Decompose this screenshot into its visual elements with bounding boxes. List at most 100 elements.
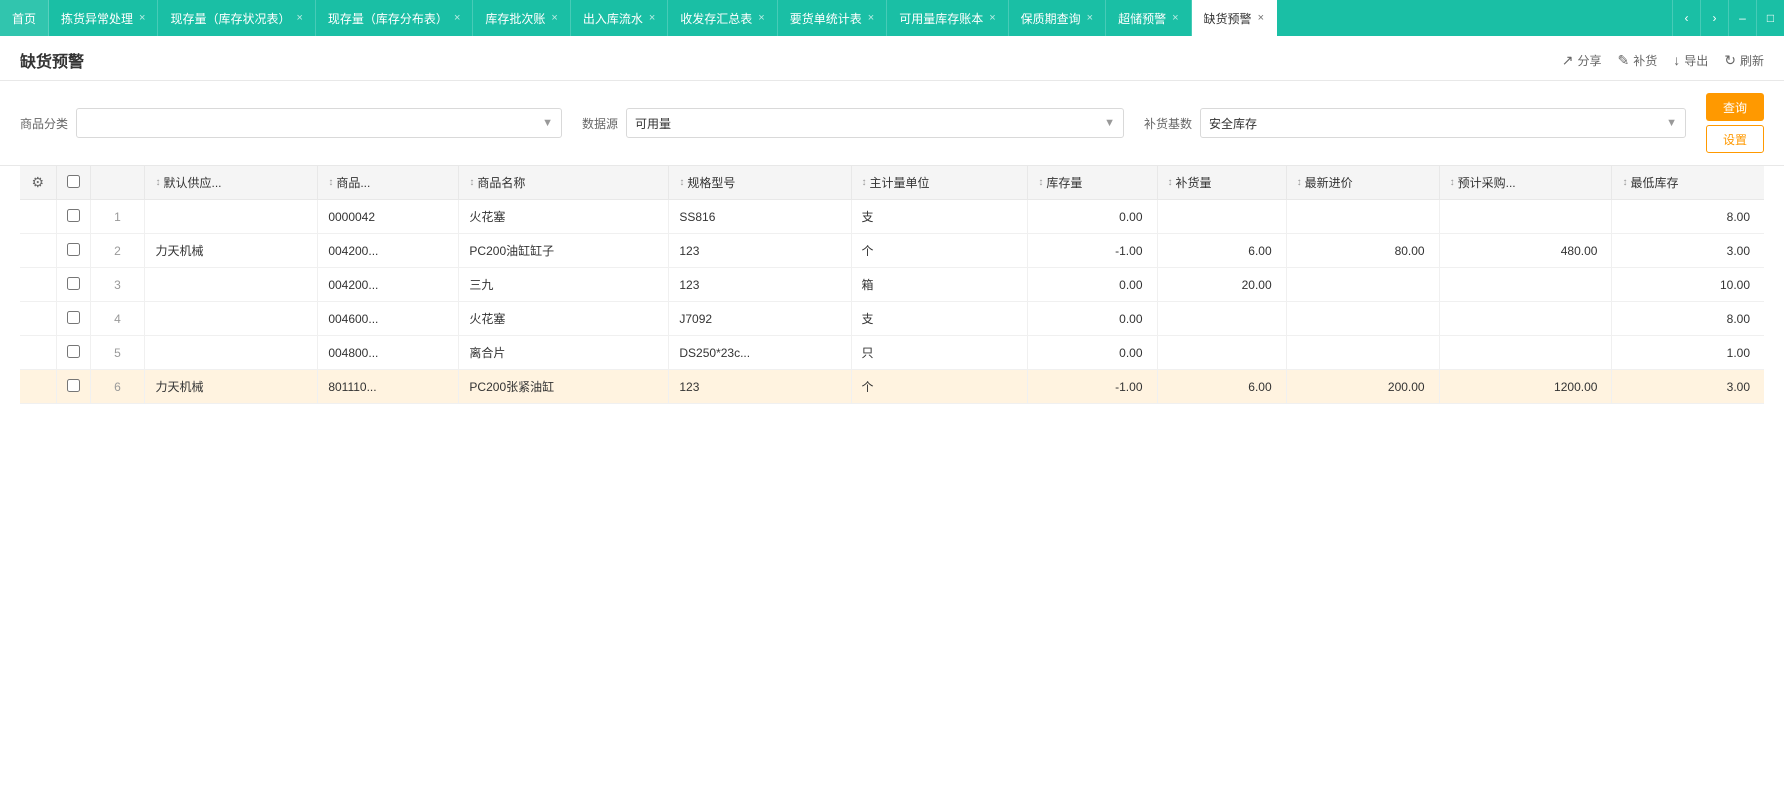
tab-4[interactable]: 库存批次账 ×	[473, 0, 570, 36]
row-spec-cell: 123	[669, 370, 851, 404]
row-min-stock-cell: 3.00	[1612, 234, 1764, 268]
nav-next-btn[interactable]: ›	[1700, 0, 1728, 36]
row-checkbox-4[interactable]	[67, 345, 80, 358]
col-product-name[interactable]: ↕ 商品名称	[459, 166, 669, 200]
share-label: 分享	[1577, 52, 1601, 69]
col-unit-label: 主计量单位	[870, 174, 930, 191]
row-stock-cell: 0.00	[1028, 268, 1157, 302]
tab-7-close[interactable]: ×	[868, 12, 874, 24]
settings-button[interactable]: 设置	[1706, 125, 1764, 153]
table-row: 6 力天机械 801110... PC200张紧油缸 123 个 -1.00 6…	[20, 370, 1764, 404]
row-latest-price-cell: 200.00	[1286, 370, 1439, 404]
datasource-value: 可用量	[635, 115, 671, 132]
col-stock[interactable]: ↕ 库存量	[1028, 166, 1157, 200]
row-name-cell: 三九	[459, 268, 669, 302]
row-checkbox-3[interactable]	[67, 311, 80, 324]
tab-10-close[interactable]: ×	[1172, 12, 1178, 24]
row-latest-price-cell	[1286, 336, 1439, 370]
col-spec-label: 规格型号	[687, 174, 735, 191]
tab-1[interactable]: 拣货异常处理 ×	[49, 0, 158, 36]
basis-label: 补货基数	[1144, 115, 1192, 132]
col-est-purchase[interactable]: ↕ 预计采购...	[1439, 166, 1612, 200]
category-select[interactable]: ▼	[76, 108, 562, 138]
row-name-cell: 离合片	[459, 336, 669, 370]
row-checkbox-0[interactable]	[67, 209, 80, 222]
tab-1-close[interactable]: ×	[139, 12, 145, 24]
tab-11[interactable]: 缺货预警 ×	[1192, 0, 1277, 36]
row-stock-cell: 0.00	[1028, 302, 1157, 336]
row-checkbox-2[interactable]	[67, 277, 80, 290]
category-label: 商品分类	[20, 115, 68, 132]
tab-6[interactable]: 收发存汇总表 ×	[668, 0, 777, 36]
row-code-cell: 004200...	[318, 268, 459, 302]
row-spec-cell: 123	[669, 234, 851, 268]
export-button[interactable]: ↓ 导出	[1673, 52, 1708, 69]
tab-11-close[interactable]: ×	[1258, 12, 1264, 24]
table-header-row: ⚙ ↕ 默认供应... ↕ 商	[20, 166, 1764, 200]
tab-3-label: 现存量（库存分布表）	[328, 10, 448, 27]
nav-prev-btn[interactable]: ‹	[1672, 0, 1700, 36]
row-latest-price-cell: 80.00	[1286, 234, 1439, 268]
tab-5[interactable]: 出入库流水 ×	[571, 0, 668, 36]
tab-7[interactable]: 要货单统计表 ×	[778, 0, 887, 36]
row-checkbox-1[interactable]	[67, 243, 80, 256]
tab-3[interactable]: 现存量（库存分布表） ×	[316, 0, 473, 36]
col-checkbox	[56, 166, 90, 200]
tab-2[interactable]: 现存量（库存状况表） ×	[158, 0, 315, 36]
share-button[interactable]: ↗ 分享	[1562, 52, 1602, 69]
col-min-stock-sort-icon: ↕	[1622, 177, 1627, 188]
tab-home[interactable]: 首页	[0, 0, 49, 36]
col-unit[interactable]: ↕ 主计量单位	[851, 166, 1028, 200]
tab-8-close[interactable]: ×	[989, 12, 995, 24]
datasource-label: 数据源	[582, 115, 618, 132]
tab-4-close[interactable]: ×	[551, 12, 557, 24]
tab-6-close[interactable]: ×	[758, 12, 764, 24]
tab-5-label: 出入库流水	[583, 10, 643, 27]
refresh-icon: ↻	[1724, 52, 1736, 69]
row-latest-price-cell	[1286, 302, 1439, 336]
tab-5-close[interactable]: ×	[649, 12, 655, 24]
row-checkbox-5[interactable]	[67, 379, 80, 392]
datasource-select[interactable]: 可用量 ▼	[626, 108, 1124, 138]
tab-9-close[interactable]: ×	[1087, 12, 1093, 24]
query-button[interactable]: 查询	[1706, 93, 1764, 121]
row-supplier-cell: 力天机械	[145, 370, 318, 404]
row-code-cell: 004600...	[318, 302, 459, 336]
col-supplier[interactable]: ↕ 默认供应...	[145, 166, 318, 200]
row-est-purchase-cell: 480.00	[1439, 234, 1612, 268]
col-product-name-sort-icon: ↕	[469, 177, 474, 188]
tab-8[interactable]: 可用量库存账本 ×	[887, 0, 1008, 36]
row-replenish-cell	[1157, 336, 1286, 370]
tab-2-close[interactable]: ×	[296, 12, 302, 24]
row-name-cell: 火花塞	[459, 302, 669, 336]
col-latest-price[interactable]: ↕ 最新进价	[1286, 166, 1439, 200]
row-unit-cell: 个	[851, 234, 1028, 268]
col-spec[interactable]: ↕ 规格型号	[669, 166, 851, 200]
col-min-stock-label: 最低库存	[1630, 174, 1678, 191]
col-min-stock[interactable]: ↕ 最低库存	[1612, 166, 1764, 200]
table-settings-icon[interactable]: ⚙	[31, 174, 44, 190]
row-supplier-cell	[145, 336, 318, 370]
nav-minimize-btn[interactable]: ‒	[1728, 0, 1756, 36]
tab-3-close[interactable]: ×	[454, 12, 460, 24]
col-replenish-sort-icon: ↕	[1168, 177, 1173, 188]
col-product-code[interactable]: ↕ 商品...	[318, 166, 459, 200]
nav-maximize-btn[interactable]: □	[1756, 0, 1784, 36]
category-filter-group: 商品分类 ▼	[20, 108, 562, 138]
page-title: 缺货预警	[20, 48, 84, 72]
col-latest-price-sort-icon: ↕	[1297, 177, 1302, 188]
col-replenish[interactable]: ↕ 补货量	[1157, 166, 1286, 200]
select-all-checkbox[interactable]	[67, 175, 80, 188]
table-row: 3 004200... 三九 123 箱 0.00 20.00 10.00	[20, 268, 1764, 302]
tab-9[interactable]: 保质期查询 ×	[1009, 0, 1106, 36]
nav-arrows: ‹ › ‒ □	[1672, 0, 1784, 36]
refresh-button[interactable]: ↻ 刷新	[1724, 52, 1764, 69]
col-replenish-label: 补货量	[1176, 174, 1212, 191]
col-unit-sort-icon: ↕	[862, 177, 867, 188]
tab-10[interactable]: 超储预警 ×	[1106, 0, 1191, 36]
col-stock-sort-icon: ↕	[1038, 177, 1043, 188]
top-nav: 首页 拣货异常处理 × 现存量（库存状况表） × 现存量（库存分布表） × 库存…	[0, 0, 1784, 36]
row-supplier-cell	[145, 200, 318, 234]
replenish-button[interactable]: ✎ 补货	[1617, 52, 1657, 69]
basis-select[interactable]: 安全库存 ▼	[1200, 108, 1686, 138]
